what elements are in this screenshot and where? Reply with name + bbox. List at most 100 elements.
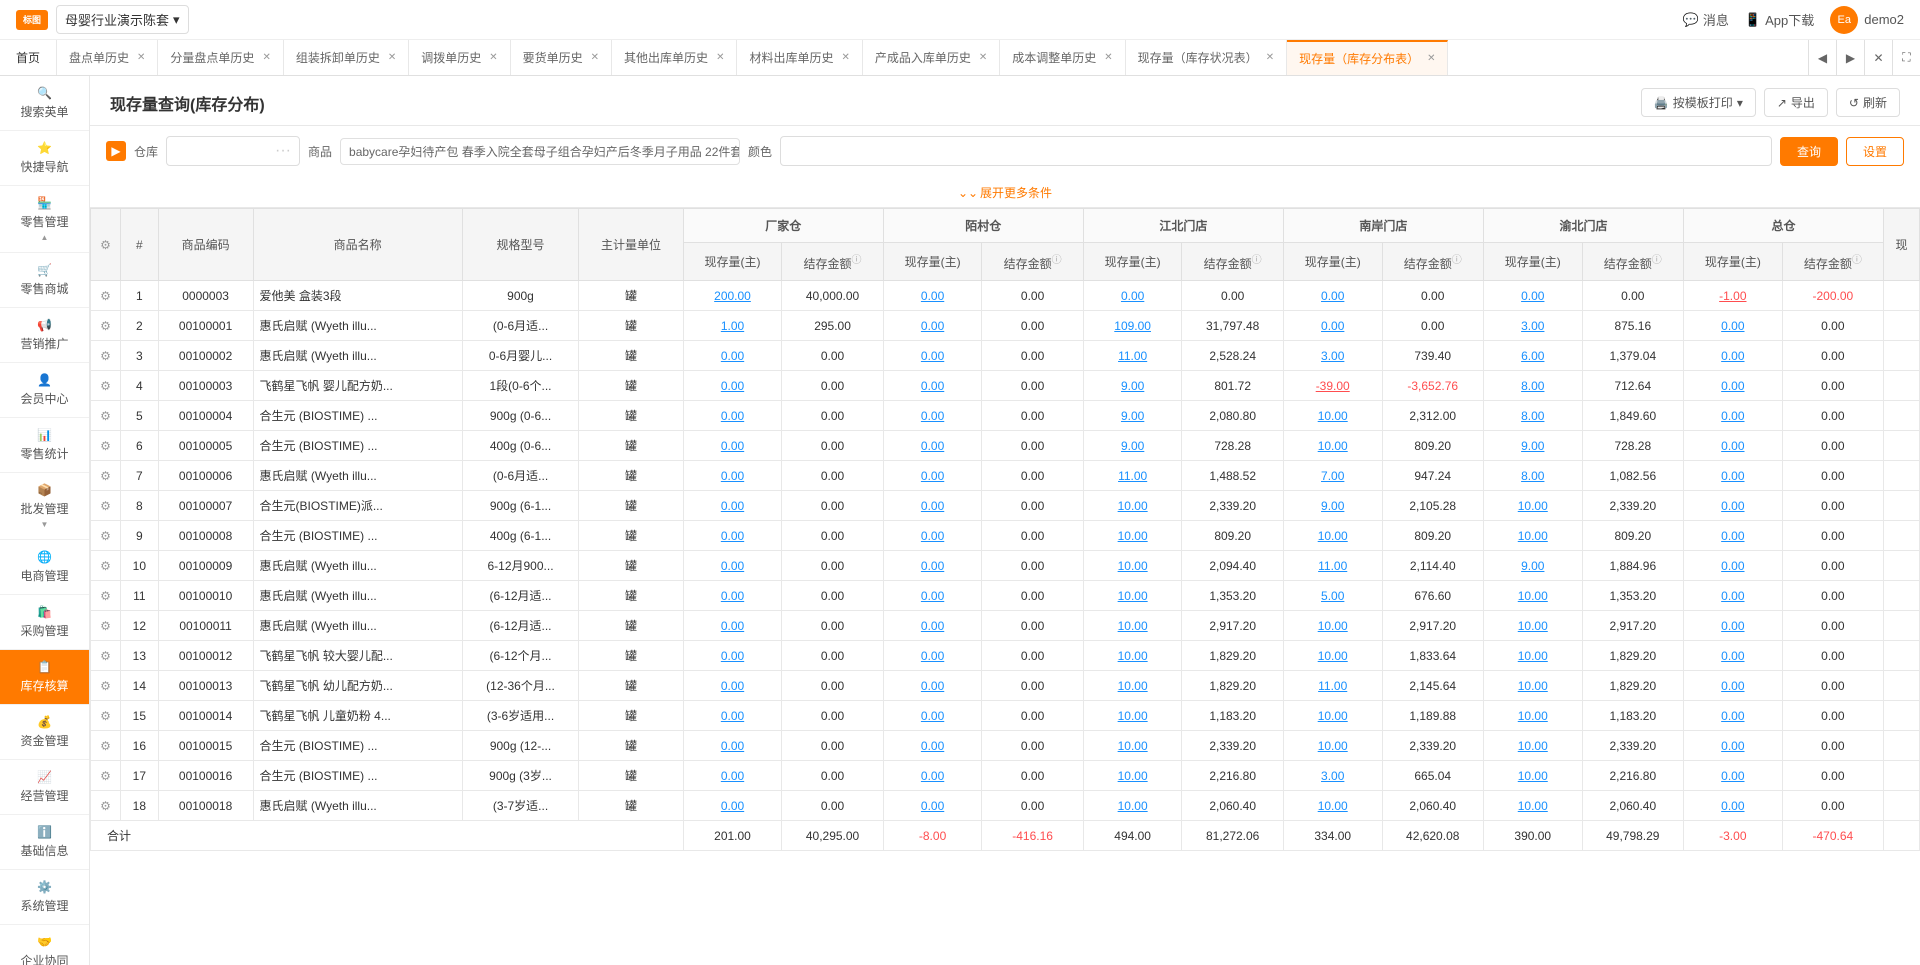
close-icon[interactable]: ✕ [841, 52, 849, 63]
cell-settings[interactable]: ⚙ [91, 611, 121, 641]
tab-next-btn[interactable]: ▶ [1836, 40, 1864, 76]
tab-prev-btn[interactable]: ◀ [1808, 40, 1836, 76]
cell-w5q[interactable]: 8.00 [1483, 461, 1582, 491]
cell-w4q[interactable]: 0.00 [1283, 281, 1382, 311]
cell-w5q[interactable]: 10.00 [1483, 641, 1582, 671]
cell-w1q[interactable]: 200.00 [683, 281, 782, 311]
cell-w5q[interactable]: 10.00 [1483, 491, 1582, 521]
row-settings-icon[interactable]: ⚙ [100, 619, 111, 633]
close-icon[interactable]: ✕ [1104, 52, 1112, 63]
cell-w1q[interactable]: 0.00 [683, 611, 782, 641]
sidebar-item-basic[interactable]: ℹ️ 基础信息 [0, 815, 89, 870]
cell-w4q[interactable]: 7.00 [1283, 461, 1382, 491]
tab-cost-adjust[interactable]: 成本调整单历史 ✕ [1000, 40, 1125, 76]
cell-tq[interactable]: 0.00 [1684, 791, 1783, 821]
color-input-wrap[interactable] [780, 136, 1772, 166]
sidebar-item-marketing[interactable]: 📢 营销推广 [0, 308, 89, 363]
cell-w1q[interactable]: 0.00 [683, 521, 782, 551]
cell-w2q[interactable]: 0.00 [883, 281, 982, 311]
cell-w2q[interactable]: 0.00 [883, 371, 982, 401]
cell-w2q[interactable]: 0.00 [883, 431, 982, 461]
cell-tq[interactable]: 0.00 [1684, 761, 1783, 791]
cell-w5q[interactable]: 9.00 [1483, 431, 1582, 461]
export-btn[interactable]: ↗ 导出 [1764, 88, 1828, 117]
cell-w5q[interactable]: 8.00 [1483, 371, 1582, 401]
row-settings-icon[interactable]: ⚙ [100, 379, 111, 393]
sidebar-item-retail-stats[interactable]: 📊 零售统计 [0, 418, 89, 473]
cell-tq[interactable]: 0.00 [1684, 401, 1783, 431]
cell-tq[interactable]: -1.00 [1684, 281, 1783, 311]
tab-material-out[interactable]: 材料出库单历史 ✕ [737, 40, 862, 76]
cell-w5q[interactable]: 10.00 [1483, 731, 1582, 761]
row-settings-icon[interactable]: ⚙ [100, 499, 111, 513]
message-btn[interactable]: 💬 消息 [1683, 10, 1729, 29]
row-settings-icon[interactable]: ⚙ [100, 289, 111, 303]
cell-w1q[interactable]: 0.00 [683, 551, 782, 581]
cell-tq[interactable]: 0.00 [1684, 551, 1783, 581]
cell-settings[interactable]: ⚙ [91, 371, 121, 401]
cell-tq[interactable]: 0.00 [1684, 701, 1783, 731]
cell-w1q[interactable]: 0.00 [683, 641, 782, 671]
cell-w3q[interactable]: 0.00 [1083, 281, 1182, 311]
cell-w3q[interactable]: 10.00 [1083, 731, 1182, 761]
sidebar-item-enterprise[interactable]: 🤝 企业协同 [0, 925, 89, 965]
sidebar-item-search[interactable]: 🔍 搜索英单 [0, 76, 89, 131]
cell-w4q[interactable]: 10.00 [1283, 431, 1382, 461]
info-icon[interactable]: ⓘ [1252, 255, 1262, 266]
cell-settings[interactable]: ⚙ [91, 491, 121, 521]
cell-w5q[interactable]: 10.00 [1483, 521, 1582, 551]
cell-w4q[interactable]: 10.00 [1283, 731, 1382, 761]
cell-settings[interactable]: ⚙ [91, 281, 121, 311]
tab-requisition[interactable]: 要货单历史 ✕ [511, 40, 612, 76]
sidebar-item-purchase[interactable]: 🛍️ 采购管理 [0, 595, 89, 650]
cell-w1q[interactable]: 0.00 [683, 671, 782, 701]
row-settings-icon[interactable]: ⚙ [100, 319, 111, 333]
close-icon[interactable]: ✕ [262, 52, 270, 63]
cell-w4q[interactable]: 10.00 [1283, 521, 1382, 551]
close-icon[interactable]: ✕ [137, 52, 145, 63]
row-settings-icon[interactable]: ⚙ [100, 469, 111, 483]
sidebar-item-ecommerce[interactable]: 🌐 电商管理 [0, 540, 89, 595]
row-settings-icon[interactable]: ⚙ [100, 589, 111, 603]
cell-tq[interactable]: 0.00 [1684, 521, 1783, 551]
cell-settings[interactable]: ⚙ [91, 731, 121, 761]
tab-finished-in[interactable]: 产成品入库单历史 ✕ [863, 40, 1000, 76]
cell-settings[interactable]: ⚙ [91, 341, 121, 371]
info-icon[interactable]: ⓘ [1452, 255, 1462, 266]
cell-w2q[interactable]: 0.00 [883, 581, 982, 611]
row-settings-icon[interactable]: ⚙ [100, 739, 111, 753]
row-settings-icon[interactable]: ⚙ [100, 349, 111, 363]
cell-w2q[interactable]: 0.00 [883, 701, 982, 731]
cell-w4q[interactable]: 11.00 [1283, 551, 1382, 581]
sidebar-item-wholesale[interactable]: 📦 批发管理 ▼ [0, 473, 89, 540]
cell-w3q[interactable]: 10.00 [1083, 761, 1182, 791]
cell-w3q[interactable]: 11.00 [1083, 341, 1182, 371]
cell-w3q[interactable]: 109.00 [1083, 311, 1182, 341]
row-settings-icon[interactable]: ⚙ [100, 529, 111, 543]
cell-settings[interactable]: ⚙ [91, 791, 121, 821]
sidebar-item-inventory[interactable]: 📋 库存核算 [0, 650, 89, 705]
tab-close-btn[interactable]: ✕ [1864, 40, 1892, 76]
industry-selector[interactable]: 母婴行业演示陈套 ▾ [56, 5, 189, 34]
cell-w4q[interactable]: 10.00 [1283, 611, 1382, 641]
cell-w3q[interactable]: 9.00 [1083, 401, 1182, 431]
cell-w3q[interactable]: 9.00 [1083, 371, 1182, 401]
cell-w5q[interactable]: 10.00 [1483, 701, 1582, 731]
cell-w2q[interactable]: 0.00 [883, 461, 982, 491]
close-icon[interactable]: ✕ [1427, 53, 1435, 64]
cell-w3q[interactable]: 10.00 [1083, 521, 1182, 551]
close-icon[interactable]: ✕ [489, 52, 497, 63]
cell-w2q[interactable]: 0.00 [883, 671, 982, 701]
cell-w2q[interactable]: 0.00 [883, 761, 982, 791]
cell-w4q[interactable]: 3.00 [1283, 761, 1382, 791]
row-settings-icon[interactable]: ⚙ [100, 679, 111, 693]
cell-w4q[interactable]: 0.00 [1283, 311, 1382, 341]
cell-tq[interactable]: 0.00 [1684, 671, 1783, 701]
cell-w2q[interactable]: 0.00 [883, 341, 982, 371]
cell-tq[interactable]: 0.00 [1684, 371, 1783, 401]
cell-w5q[interactable]: 6.00 [1483, 341, 1582, 371]
cell-tq[interactable]: 0.00 [1684, 641, 1783, 671]
cell-w5q[interactable]: 3.00 [1483, 311, 1582, 341]
tab-other-out[interactable]: 其他出库单历史 ✕ [612, 40, 737, 76]
cell-w1q[interactable]: 0.00 [683, 401, 782, 431]
